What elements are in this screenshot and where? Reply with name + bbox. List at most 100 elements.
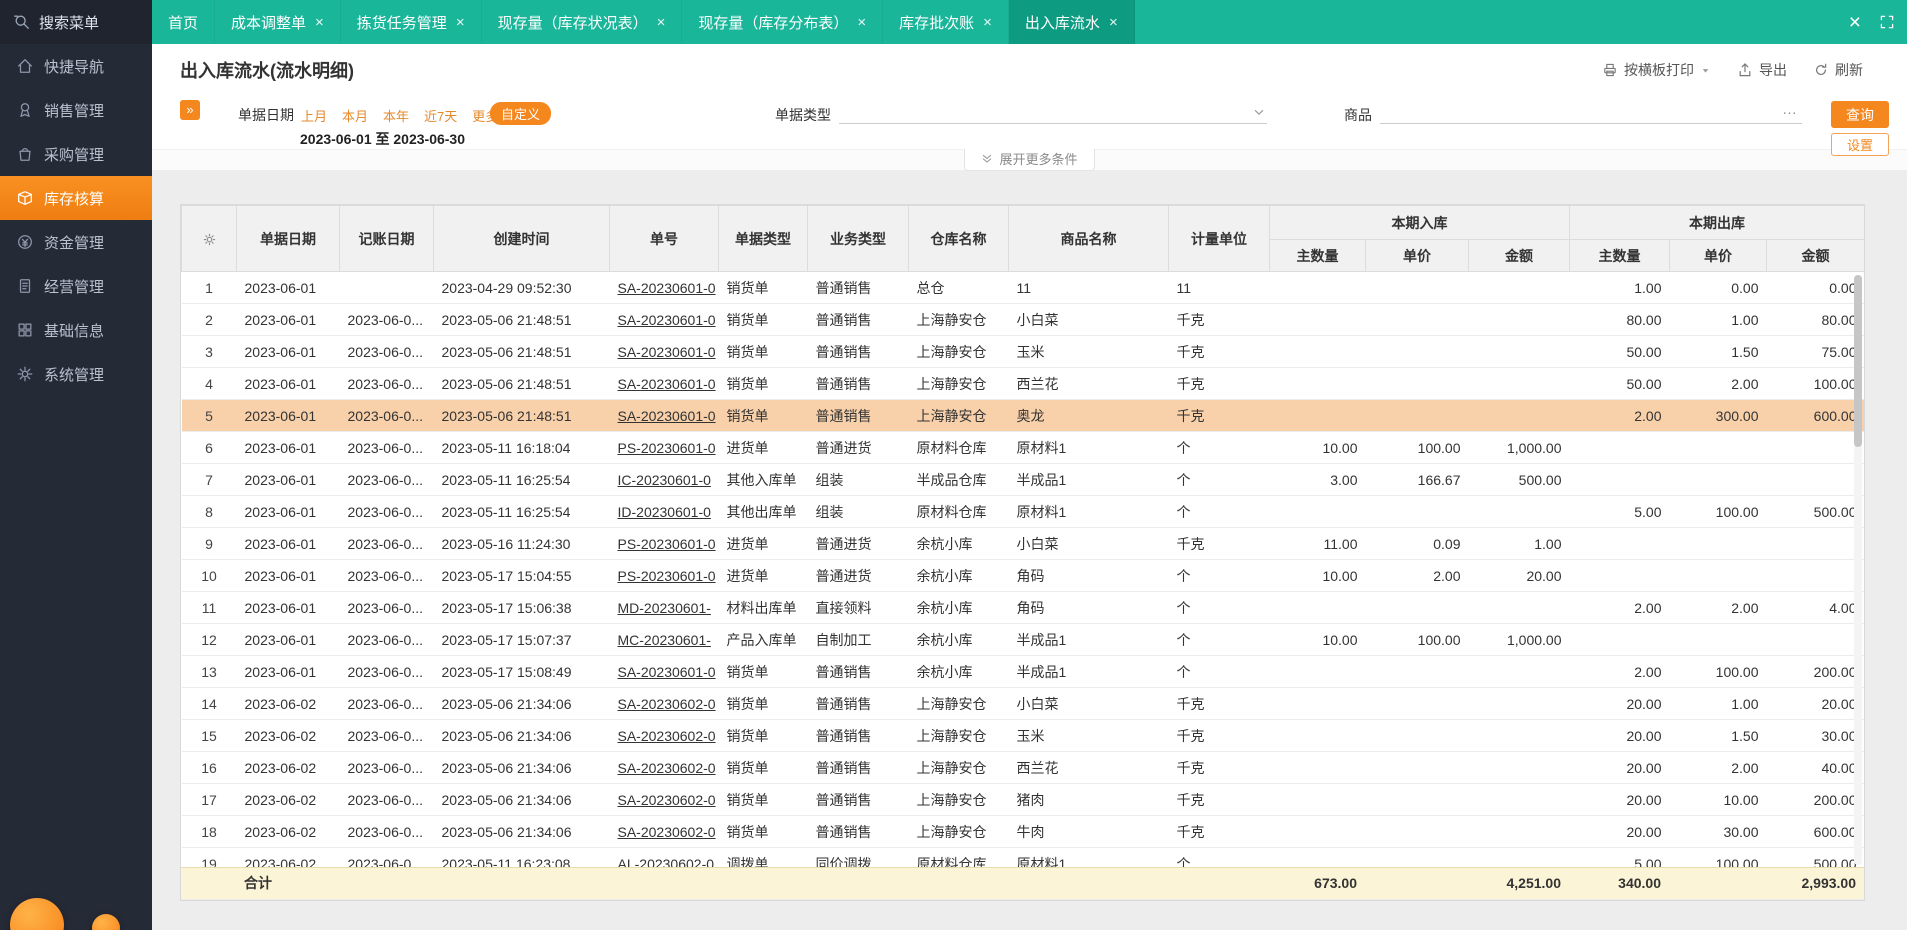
col-doc-no[interactable]: 单号 <box>609 205 719 272</box>
sidebar-item-system[interactable]: 系统管理 <box>0 352 152 396</box>
tab-home[interactable]: 首页 <box>152 0 216 44</box>
close-all-tabs-icon[interactable]: × <box>1849 12 1861 33</box>
table-row[interactable]: 10 2023-06-01 2023-06-0... 2023-05-17 15:04… <box>181 559 1864 592</box>
tab-cost-adjust[interactable]: 成本调整单 × <box>215 0 341 44</box>
product-picker-icon[interactable]: … <box>1782 101 1798 118</box>
doc-no-link[interactable]: SA-20230601-0 <box>618 280 716 296</box>
tab-close-icon[interactable]: × <box>657 14 666 31</box>
cell-warehouse: 上海静安仓 <box>908 719 1009 752</box>
sidebar-item-base-info[interactable]: 基础信息 <box>0 308 152 352</box>
tab-close-icon[interactable]: × <box>983 14 992 31</box>
cell-in-price <box>1365 751 1469 784</box>
custom-date-badge[interactable]: 自定义 <box>490 102 552 125</box>
table-row[interactable]: 11 2023-06-01 2023-06-0... 2023-05-17 15:06… <box>181 591 1864 624</box>
date-option-this-month[interactable]: 本月 <box>342 106 368 125</box>
cell-out-price: 0.00 <box>1669 271 1767 304</box>
col-acct-date[interactable]: 记账日期 <box>339 205 434 272</box>
collapse-filters-button[interactable]: » <box>180 100 200 120</box>
col-out-price[interactable]: 单价 <box>1669 239 1767 272</box>
doc-no-link[interactable]: ID-20230601-0 <box>618 504 711 520</box>
doc-no-link[interactable]: PS-20230601-0 <box>618 568 716 584</box>
col-created[interactable]: 创建时间 <box>433 205 610 272</box>
query-button[interactable]: 查询 <box>1831 101 1889 128</box>
tab-close-icon[interactable]: × <box>1109 14 1118 31</box>
sidebar-item-purchase[interactable]: 采购管理 <box>0 132 152 176</box>
doc-no-link[interactable]: IC-20230601-0 <box>618 472 711 488</box>
doc-no-link[interactable]: SA-20230602-0 <box>618 792 716 808</box>
tab-picking-task[interactable]: 拣货任务管理 × <box>341 0 482 44</box>
settings-button[interactable]: 设置 <box>1831 133 1889 156</box>
col-in-amount[interactable]: 金额 <box>1468 239 1570 272</box>
table-row[interactable]: 5 2023-06-01 2023-06-0... 2023-05-06 21:48:… <box>181 399 1864 432</box>
doc-no-link[interactable]: AL-20230602-0 <box>618 856 715 868</box>
refresh-button[interactable]: 刷新 <box>1813 60 1863 80</box>
doc-no-link[interactable]: SA-20230602-0 <box>618 760 716 776</box>
print-button[interactable]: 按横板打印 <box>1602 60 1711 80</box>
table-row[interactable]: 3 2023-06-01 2023-06-0... 2023-05-06 21:48:… <box>181 335 1864 368</box>
col-product[interactable]: 商品名称 <box>1008 205 1169 272</box>
fullscreen-icon[interactable] <box>1879 14 1895 30</box>
table-row[interactable]: 4 2023-06-01 2023-06-0... 2023-05-06 21:48:… <box>181 367 1864 400</box>
scrollbar-thumb[interactable] <box>1854 275 1862 447</box>
sidebar-item-sales[interactable]: 销售管理 <box>0 88 152 132</box>
tab-stock-batch[interactable]: 库存批次账 × <box>883 0 1009 44</box>
table-row[interactable]: 8 2023-06-01 2023-06-0... 2023-05-11 16:25:… <box>181 495 1864 528</box>
doc-no-link[interactable]: SA-20230601-0 <box>618 312 716 328</box>
doc-no-link[interactable]: SA-20230602-0 <box>618 728 716 744</box>
table-row[interactable]: 16 2023-06-02 2023-06-0... 2023-05-06 21:34… <box>181 751 1864 784</box>
date-option-this-year[interactable]: 本年 <box>383 106 409 125</box>
doc-no-link[interactable]: SA-20230601-0 <box>618 344 716 360</box>
tab-stock-status[interactable]: 现存量（库存状况表） × <box>482 0 683 44</box>
table-row[interactable]: 17 2023-06-02 2023-06-0... 2023-05-06 21:34… <box>181 783 1864 816</box>
doc-no-link[interactable]: PS-20230601-0 <box>618 536 716 552</box>
col-doc-date[interactable]: 单据日期 <box>236 205 340 272</box>
doc-no-link[interactable]: SA-20230601-0 <box>618 664 716 680</box>
table-row[interactable]: 15 2023-06-02 2023-06-0... 2023-05-06 21:34… <box>181 719 1864 752</box>
col-biz-type[interactable]: 业务类型 <box>807 205 909 272</box>
table-row[interactable]: 13 2023-06-01 2023-06-0... 2023-05-17 15:08… <box>181 655 1864 688</box>
tab-close-icon[interactable]: × <box>456 14 465 31</box>
doc-no-link[interactable]: PS-20230601-0 <box>618 440 716 456</box>
sidebar-item-quick-nav[interactable]: 快捷导航 <box>0 44 152 88</box>
table-row[interactable]: 12 2023-06-01 2023-06-0... 2023-05-17 15:07… <box>181 623 1864 656</box>
product-input[interactable]: … <box>1380 100 1802 124</box>
col-in-price[interactable]: 单价 <box>1365 239 1469 272</box>
sidebar-search[interactable]: 搜索菜单 <box>0 0 152 44</box>
col-unit[interactable]: 计量单位 <box>1168 205 1270 272</box>
table-row[interactable]: 9 2023-06-01 2023-06-0... 2023-05-16 11:24:… <box>181 527 1864 560</box>
table-row[interactable]: 14 2023-06-02 2023-06-0... 2023-05-06 21:34… <box>181 687 1864 720</box>
doc-no-link[interactable]: SA-20230602-0 <box>618 824 716 840</box>
doc-type-select[interactable] <box>839 100 1267 124</box>
date-option-last-month[interactable]: 上月 <box>301 106 327 125</box>
sidebar-item-label: 经营管理 <box>44 278 105 296</box>
expand-more-button[interactable]: 展开更多条件 <box>964 149 1095 171</box>
tab-close-icon[interactable]: × <box>857 14 866 31</box>
tab-stock-distribution[interactable]: 现存量（库存分布表） × <box>682 0 884 44</box>
tab-close-icon[interactable]: × <box>315 14 324 31</box>
table-row[interactable]: 18 2023-06-02 2023-06-0... 2023-05-06 21:34… <box>181 815 1864 848</box>
export-button[interactable]: 导出 <box>1737 60 1787 80</box>
table-row[interactable]: 7 2023-06-01 2023-06-0... 2023-05-11 16:25:… <box>181 463 1864 496</box>
doc-no-link[interactable]: MD-20230601- <box>618 600 711 616</box>
doc-no-link[interactable]: SA-20230602-0 <box>618 696 716 712</box>
table-row[interactable]: 19 2023-06-02 2023-06-0... 2023-05-11 16:23… <box>181 847 1864 868</box>
tab-inout-flow[interactable]: 出入库流水 × <box>1008 0 1135 44</box>
col-doc-type[interactable]: 单据类型 <box>718 205 808 272</box>
table-row[interactable]: 2 2023-06-01 2023-06-0... 2023-05-06 21:48:… <box>181 303 1864 336</box>
col-out-amount[interactable]: 金额 <box>1766 239 1864 272</box>
doc-no-link[interactable]: MC-20230601- <box>618 632 711 648</box>
vertical-scrollbar[interactable] <box>1854 275 1862 865</box>
sidebar-item-funds[interactable]: 资金管理 <box>0 220 152 264</box>
date-range-value[interactable]: 2023-06-01 至 2023-06-30 <box>300 129 465 149</box>
table-row[interactable]: 6 2023-06-01 2023-06-0... 2023-05-11 16:18:… <box>181 431 1864 464</box>
col-out-qty[interactable]: 主数量 <box>1569 239 1670 272</box>
doc-no-link[interactable]: SA-20230601-0 <box>618 408 716 424</box>
column-config-header[interactable] <box>181 205 237 272</box>
col-in-qty[interactable]: 主数量 <box>1269 239 1366 272</box>
date-option-last-7-days[interactable]: 近7天 <box>424 106 457 125</box>
sidebar-item-inventory[interactable]: 库存核算 <box>0 176 152 220</box>
sidebar-item-business[interactable]: 经营管理 <box>0 264 152 308</box>
table-row[interactable]: 1 2023-06-01 2023-04-29 09:52:30 SA-2023060… <box>181 271 1864 304</box>
doc-no-link[interactable]: SA-20230601-0 <box>618 376 716 392</box>
col-warehouse[interactable]: 仓库名称 <box>908 205 1009 272</box>
